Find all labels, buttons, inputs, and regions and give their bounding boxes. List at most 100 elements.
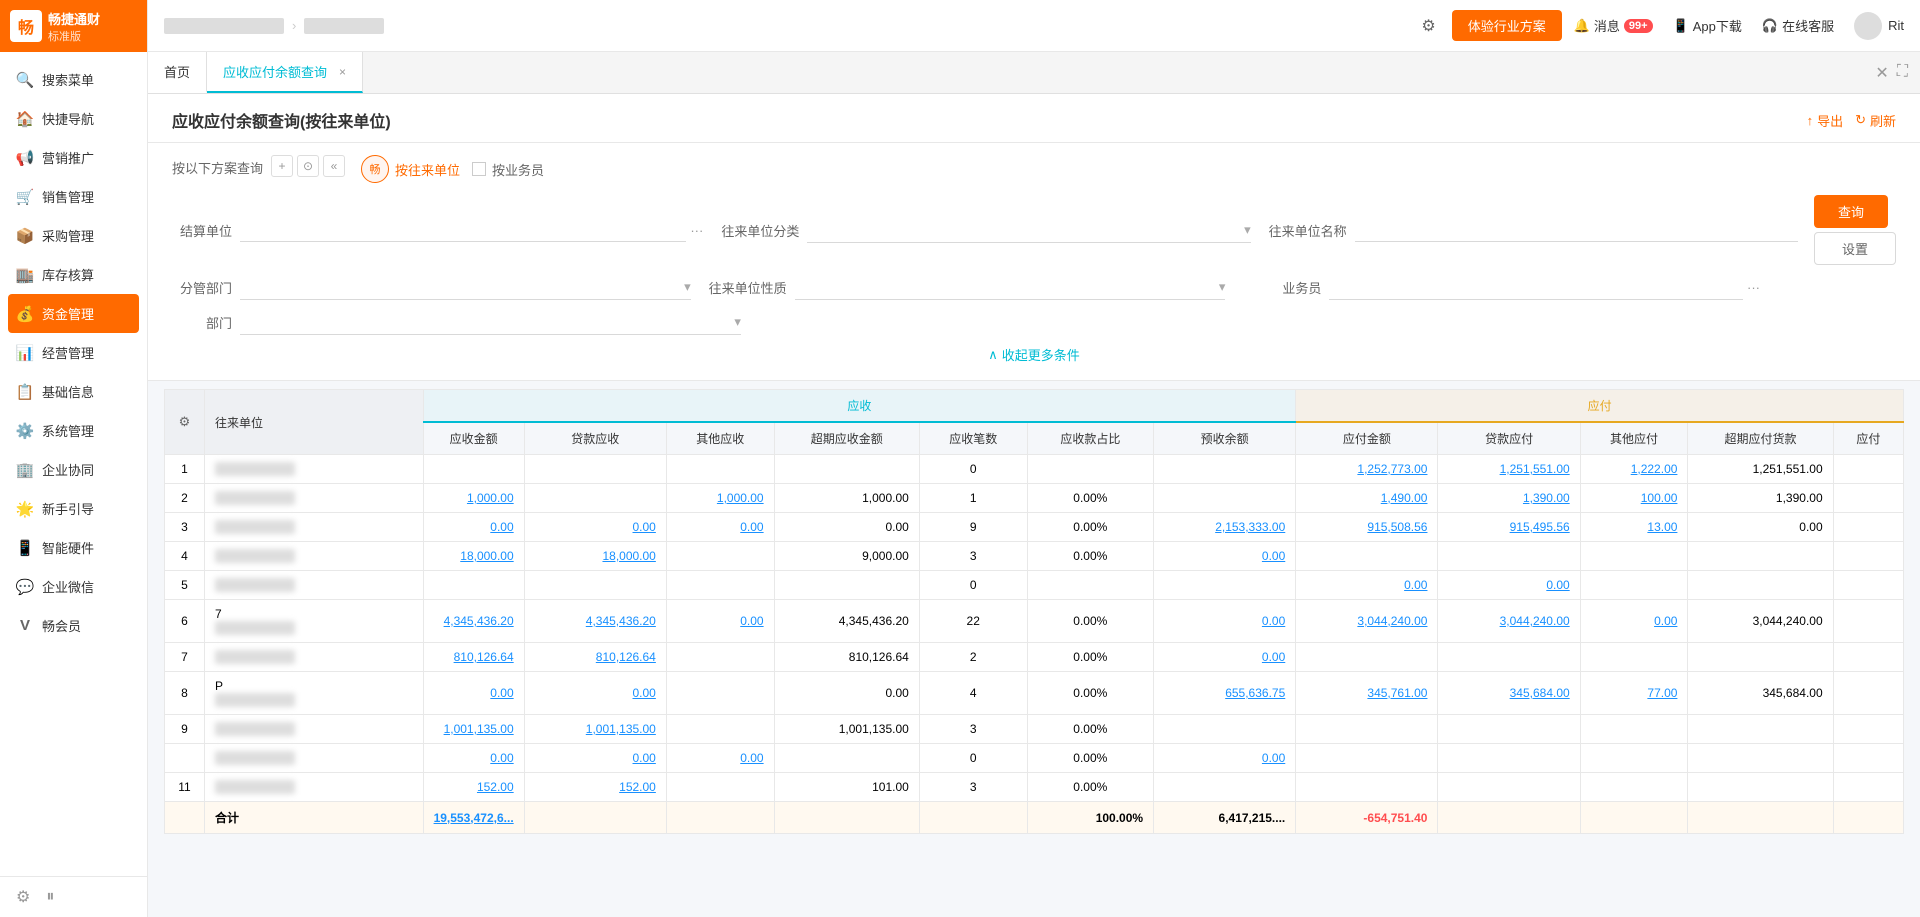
table-cell[interactable]: 0.00: [666, 513, 774, 542]
refresh-button[interactable]: ↻ 刷新: [1855, 111, 1896, 130]
sidebar-item-purchase[interactable]: 📦 采购管理: [0, 216, 147, 255]
sidebar-item-system[interactable]: ⚙️ 系统管理: [0, 411, 147, 450]
table-cell[interactable]: 1,222.00: [1580, 455, 1688, 484]
settlement-dots[interactable]: ···: [690, 223, 703, 238]
header-gear-button[interactable]: ⚙: [1421, 16, 1435, 36]
add-scheme-btn[interactable]: +: [271, 155, 293, 177]
scheme-by-salesperson[interactable]: 按业务员: [472, 160, 544, 179]
table-cell[interactable]: 1,490.00: [1296, 484, 1438, 513]
query-button[interactable]: 查询: [1814, 195, 1888, 228]
table-cell[interactable]: 1,000.00: [423, 484, 524, 513]
table-cell[interactable]: 4,345,436.20: [423, 600, 524, 643]
app-download-link[interactable]: 📱 App下载: [1673, 16, 1742, 35]
partner-cat-select[interactable]: ▾: [807, 218, 1250, 243]
table-cell[interactable]: 0.00: [524, 513, 666, 542]
table-cell[interactable]: 1,001,135.00: [423, 715, 524, 744]
table-cell[interactable]: 1,000.00: [666, 484, 774, 513]
table-cell[interactable]: 345,684.00: [1438, 672, 1580, 715]
salesperson-dots[interactable]: ···: [1747, 280, 1760, 295]
sidebar-item-search[interactable]: 🔍 搜索菜单: [0, 60, 147, 99]
table-cell[interactable]: 0.00: [1154, 542, 1296, 571]
col-ap-amount: 应付金额: [1296, 422, 1438, 455]
table-cell[interactable]: 1,390.00: [1438, 484, 1580, 513]
table-cell[interactable]: 0.00: [1438, 571, 1580, 600]
table-cell[interactable]: 0.00: [524, 744, 666, 773]
scheme-by-partner[interactable]: 畅 按往来单位: [361, 155, 460, 183]
dept-select[interactable]: ▾: [240, 275, 691, 300]
table-cell[interactable]: 1,251,551.00: [1438, 455, 1580, 484]
table-cell: 11: [165, 773, 205, 802]
table-row: 418,000.0018,000.009,000.0030.00%0.00: [165, 542, 1904, 571]
sidebar-item-basicinfo[interactable]: 📋 基础信息: [0, 372, 147, 411]
table-cell[interactable]: 77.00: [1580, 672, 1688, 715]
table-cell[interactable]: 18,000.00: [524, 542, 666, 571]
collapse-scheme-btn[interactable]: «: [323, 155, 345, 177]
tab-close-icon[interactable]: ×: [339, 65, 346, 79]
sidebar-item-enterprise[interactable]: 🏢 企业协同: [0, 450, 147, 489]
table-cell[interactable]: 0.00: [423, 744, 524, 773]
user-area[interactable]: Rit: [1854, 12, 1904, 40]
export-button[interactable]: ↑ 导出: [1807, 111, 1844, 130]
online-service-link[interactable]: 🎧 在线客服: [1762, 16, 1834, 35]
table-cell[interactable]: 2,153,333.00: [1154, 513, 1296, 542]
table-cell[interactable]: 0.00: [1154, 744, 1296, 773]
table-cell[interactable]: 152.00: [423, 773, 524, 802]
sidebar-item-hardware[interactable]: 📱 智能硬件: [0, 528, 147, 567]
sidebar-item-wechat[interactable]: 💬 企业微信: [0, 567, 147, 606]
partner-nature-select[interactable]: ▾: [795, 275, 1226, 300]
table-cell[interactable]: 0.00: [666, 744, 774, 773]
table-cell[interactable]: 810,126.64: [423, 643, 524, 672]
settings-button[interactable]: 设置: [1814, 232, 1896, 265]
sidebar-item-marketing[interactable]: 📢 营销推广: [0, 138, 147, 177]
promo-button[interactable]: 体验行业方案: [1452, 10, 1562, 41]
table-cell[interactable]: 100.00: [1580, 484, 1688, 513]
table-cell[interactable]: 152.00: [524, 773, 666, 802]
tab-arap[interactable]: 应收应付余额查询 ×: [207, 52, 363, 93]
notification-button[interactable]: 🔔 消息 99+: [1574, 16, 1653, 35]
table-cell[interactable]: 0.00: [1154, 643, 1296, 672]
table-cell[interactable]: 0.00: [666, 600, 774, 643]
tab-close-btn[interactable]: ✕: [1875, 63, 1888, 83]
department-select[interactable]: ▾: [240, 310, 741, 335]
partner-name-label: 往来单位名称: [1267, 221, 1347, 240]
sidebar-item-operation[interactable]: 📊 经营管理: [0, 333, 147, 372]
table-cell[interactable]: 0.00: [524, 672, 666, 715]
tab-home[interactable]: 首页: [148, 52, 207, 93]
table-cell[interactable]: 13.00: [1580, 513, 1688, 542]
sidebar-item-sales[interactable]: 🛒 销售管理: [0, 177, 147, 216]
table-cell[interactable]: 655,636.75: [1154, 672, 1296, 715]
table-cell[interactable]: 4,345,436.20: [524, 600, 666, 643]
sidebar-item-guide[interactable]: 🌟 新手引导: [0, 489, 147, 528]
table-cell[interactable]: 18,000.00: [423, 542, 524, 571]
table-cell[interactable]: 0.00: [423, 672, 524, 715]
sidebar-item-finance[interactable]: 💰 资金管理: [8, 294, 139, 333]
table-cell[interactable]: 1,252,773.00: [1296, 455, 1438, 484]
table-cell[interactable]: 0.00: [423, 513, 524, 542]
main-area: › ⚙ 体验行业方案 🔔 消息 99+ 📱 App下载 🎧 在线客服 R: [148, 0, 1920, 917]
table-cell[interactable]: 3,044,240.00: [1296, 600, 1438, 643]
table-cell[interactable]: 3,044,240.00: [1438, 600, 1580, 643]
table-cell: [423, 455, 524, 484]
table-cell[interactable]: 345,761.00: [1296, 672, 1438, 715]
table-cell[interactable]: 1,001,135.00: [524, 715, 666, 744]
table-cell: [1580, 715, 1688, 744]
table-settings-icon[interactable]: ⚙: [179, 414, 191, 429]
table-cell[interactable]: 0.00: [1154, 600, 1296, 643]
partner-name-input[interactable]: [1355, 218, 1798, 242]
sidebar-item-quicknav[interactable]: 🏠 快捷导航: [0, 99, 147, 138]
table-cell[interactable]: 810,126.64: [524, 643, 666, 672]
settlement-input[interactable]: [240, 218, 686, 242]
tab-maximize-btn[interactable]: ⛶: [1897, 63, 1908, 83]
table-cell[interactable]: 0.00: [1580, 600, 1688, 643]
settings-footer-icon[interactable]: ⚙: [16, 887, 30, 907]
sidebar-item-inventory[interactable]: 🏬 库存核算: [0, 255, 147, 294]
table-cell[interactable]: 915,508.56: [1296, 513, 1438, 542]
table-cell[interactable]: 0.00: [1296, 571, 1438, 600]
table-cell[interactable]: 915,495.56: [1438, 513, 1580, 542]
footer-ar-amount[interactable]: 19,553,472,6...: [423, 802, 524, 834]
edit-scheme-btn[interactable]: ⊙: [297, 155, 319, 177]
collapse-more-btn[interactable]: ∧ 收起更多条件: [988, 345, 1080, 364]
sidebar-item-member[interactable]: V 畅会员: [0, 606, 147, 645]
salesperson-input[interactable]: [1329, 276, 1743, 300]
collapse-footer-icon[interactable]: ⏸: [46, 888, 54, 906]
